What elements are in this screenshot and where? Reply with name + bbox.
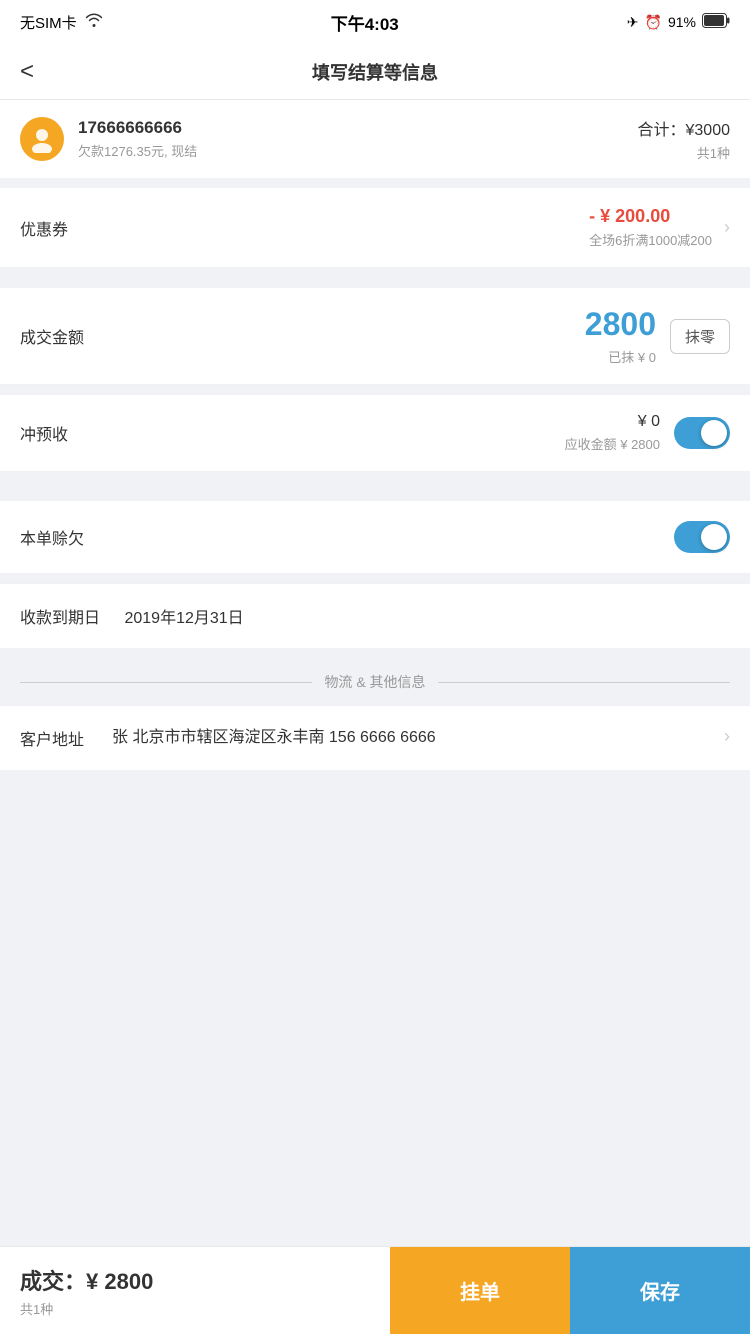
customer-sub: 欠款1276.35元, 现结 (78, 141, 197, 160)
customer-count: 共1种 (638, 143, 731, 162)
amount-label: 成交金额 (20, 324, 84, 348)
arrears-row: 本单赊欠 (0, 501, 750, 573)
customer-left: 17666666666 欠款1276.35元, 现结 (20, 117, 197, 161)
status-right: ✈︎ ⏰ 91% (627, 13, 730, 31)
customer-info: 17666666666 欠款1276.35元, 现结 (78, 118, 197, 160)
arrears-toggle[interactable] (674, 521, 730, 553)
coupon-value: - ¥ 200.00 (589, 206, 712, 227)
carrier-text: 无SIM卡 (20, 12, 77, 33)
status-left: 无SIM卡 (20, 12, 103, 33)
nav-bar: < 填写结算等信息 (0, 44, 750, 100)
customer-total: 合计：¥3000 (638, 116, 731, 140)
address-label: 客户地址 (20, 726, 100, 750)
logistics-line-right (438, 682, 730, 683)
content: 17666666666 欠款1276.35元, 现结 合计：¥3000 共1种 … (0, 100, 750, 1050)
status-bar: 无SIM卡 下午4:03 ✈︎ ⏰ 91% (0, 0, 750, 44)
logistics-label: 物流 & 其他信息 (324, 672, 425, 692)
toggle-knob (701, 420, 727, 446)
prepaid-sub: 应收金额 ¥ 2800 (565, 434, 660, 453)
wifi-icon (85, 13, 103, 31)
hang-button[interactable]: 挂单 (390, 1247, 570, 1334)
bottom-prefix: 成交： (20, 1269, 86, 1294)
due-date-label: 收款到期日 (20, 610, 100, 627)
bottom-summary: 成交：¥ 2800 共1种 (0, 1264, 390, 1318)
customer-right: 合计：¥3000 共1种 (638, 116, 731, 162)
prepaid-label: 冲预收 (20, 421, 68, 445)
customer-phone: 17666666666 (78, 118, 197, 138)
coupon-values: - ¥ 200.00 全场6折满1000减200 (589, 206, 712, 249)
section-divider-2 (0, 481, 750, 491)
bottom-amount-value: ¥ 2800 (86, 1269, 153, 1294)
section-divider-1 (0, 278, 750, 288)
coupon-row[interactable]: 优惠券 - ¥ 200.00 全场6折满1000减200 › (0, 188, 750, 268)
address-row[interactable]: 客户地址 张 北京市市辖区海淀区永丰南 156 6666 6666 › (0, 706, 750, 770)
avatar (20, 117, 64, 161)
location-icon: ✈︎ (627, 14, 639, 31)
bottom-count: 共1种 (20, 1299, 370, 1318)
arrears-toggle-knob (701, 524, 727, 550)
battery-icon (702, 13, 730, 31)
logistics-divider: 物流 & 其他信息 (0, 658, 750, 706)
empty-space (0, 780, 750, 960)
prepaid-right: ¥ 0 应收金额 ¥ 2800 (565, 413, 730, 453)
customer-row: 17666666666 欠款1276.35元, 现结 合计：¥3000 共1种 (0, 100, 750, 178)
coupon-label: 优惠券 (20, 216, 68, 240)
prepaid-toggle[interactable] (674, 417, 730, 449)
save-button[interactable]: 保存 (570, 1247, 750, 1334)
prepaid-row: 冲预收 ¥ 0 应收金额 ¥ 2800 (0, 395, 750, 471)
due-date-row: 收款到期日 2019年12月31日 (0, 583, 750, 648)
address-chevron-icon: › (724, 726, 730, 747)
logistics-line-left (20, 682, 312, 683)
amount-right: 2800 已抹 ¥ 0 抹零 (585, 306, 730, 366)
bottom-bar: 成交：¥ 2800 共1种 挂单 保存 (0, 1246, 750, 1334)
page-title: 填写结算等信息 (312, 59, 438, 85)
coupon-sub: 全场6折满1000减200 (589, 230, 712, 249)
prepaid-info: ¥ 0 应收金额 ¥ 2800 (565, 413, 660, 453)
coupon-chevron-icon: › (724, 217, 730, 238)
amount-info: 2800 已抹 ¥ 0 (585, 306, 656, 366)
arrears-label: 本单赊欠 (20, 525, 84, 549)
coupon-right: - ¥ 200.00 全场6折满1000减200 › (589, 206, 730, 249)
due-date-value: 2019年12月31日 (124, 610, 243, 627)
prepaid-value: ¥ 0 (565, 413, 660, 431)
alarm-icon: ⏰ (645, 14, 662, 31)
round-button[interactable]: 抹零 (670, 319, 730, 354)
amount-row: 成交金额 2800 已抹 ¥ 0 抹零 (0, 288, 750, 385)
bottom-amount: 成交：¥ 2800 (20, 1264, 370, 1296)
amount-value: 2800 (585, 306, 656, 343)
address-value: 张 北京市市辖区海淀区永丰南 156 6666 6666 (112, 726, 712, 750)
battery-text: 91% (668, 14, 696, 30)
back-button[interactable]: < (20, 58, 34, 86)
amount-sub: 已抹 ¥ 0 (585, 347, 656, 366)
status-time: 下午4:03 (331, 10, 399, 35)
